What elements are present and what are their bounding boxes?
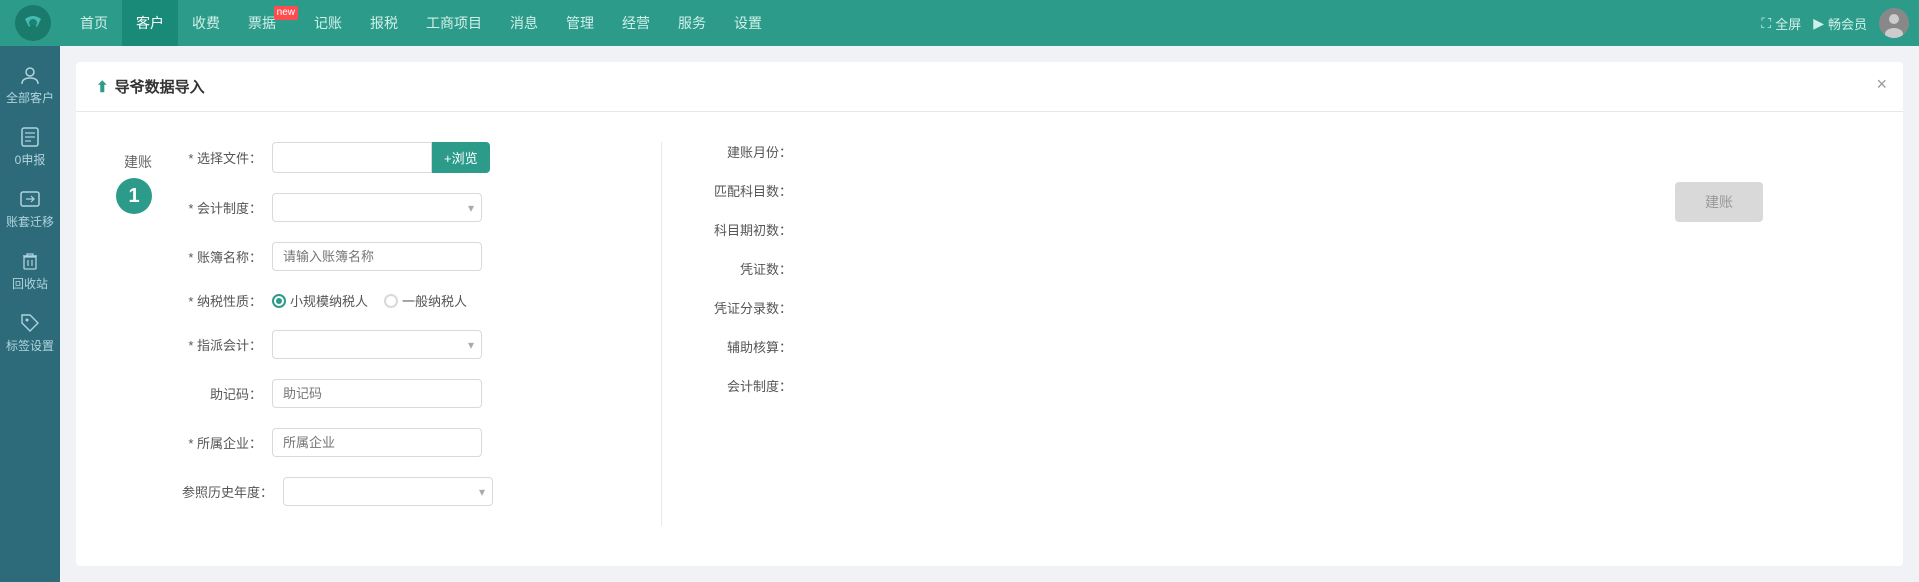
all-customers-icon bbox=[19, 64, 41, 86]
radio-dot-2 bbox=[384, 294, 398, 308]
nav-customers[interactable]: 客户 bbox=[122, 0, 178, 46]
nav-operations[interactable]: 经营 bbox=[608, 0, 664, 46]
subject-init-row: 科目期初数： bbox=[702, 220, 1863, 239]
subject-init-label: 科目期初数： bbox=[702, 220, 792, 239]
history-year-row: 参照历史年度： bbox=[182, 477, 621, 506]
tax-option2[interactable]: 一般纳税人 bbox=[384, 291, 467, 310]
accounting-system-info-label: 会计制度： bbox=[702, 376, 792, 395]
browse-button[interactable]: +浏览 bbox=[432, 142, 490, 173]
app-logo bbox=[10, 0, 56, 46]
nav-billing[interactable]: 收费 bbox=[178, 0, 234, 46]
dialog-body: 建账 1 * 选择文件： +浏览 * 会计制度： bbox=[76, 112, 1903, 556]
ledger-name-label: * 账簿名称： bbox=[182, 247, 262, 266]
history-year-label: 参照历史年度： bbox=[182, 482, 273, 501]
accounting-system-select[interactable] bbox=[272, 193, 482, 222]
nav-home[interactable]: 首页 bbox=[66, 0, 122, 46]
nav-bookkeeping[interactable]: 记账 bbox=[300, 0, 356, 46]
import-icon: ⬆ bbox=[96, 78, 109, 96]
sidebar-zero-declaration-label: 0申报 bbox=[15, 151, 46, 168]
nav-services[interactable]: 服务 bbox=[664, 0, 720, 46]
voucher-entries-label: 凭证分录数： bbox=[702, 298, 792, 317]
dialog-header: ⬆ 导爷数据导入 bbox=[76, 62, 1903, 112]
file-input-group: +浏览 bbox=[272, 142, 490, 173]
file-label: * 选择文件： bbox=[182, 148, 262, 167]
form-section: * 选择文件： +浏览 * 会计制度： bbox=[182, 142, 662, 526]
build-month-row: 建账月份： bbox=[702, 142, 1863, 161]
voucher-count-row: 凭证数： bbox=[702, 259, 1863, 278]
fullscreen-btn[interactable]: ⛶ 全屏 bbox=[1761, 14, 1801, 33]
aux-accounting-row: 辅助核算： bbox=[702, 337, 1863, 356]
sidebar-item-zero-declaration[interactable]: 0申报 bbox=[0, 118, 60, 176]
account-migration-icon bbox=[19, 188, 41, 210]
tax-type-radio-group: 小规模纳税人 一般纳税人 bbox=[272, 291, 467, 310]
history-year-select[interactable] bbox=[283, 477, 493, 506]
member-btn[interactable]: ▶ 畅会员 bbox=[1813, 14, 1867, 33]
accounting-system-info-row: 会计制度： bbox=[702, 376, 1863, 395]
tax-type-label: * 纳税性质： bbox=[182, 291, 262, 310]
tag-settings-icon bbox=[19, 312, 41, 334]
zero-declaration-icon bbox=[19, 126, 41, 148]
sidebar-item-recycle-bin[interactable]: 回收站 bbox=[0, 242, 60, 300]
mnemonic-input[interactable] bbox=[272, 379, 482, 408]
assign-accountant-wrapper bbox=[272, 330, 482, 359]
ledger-name-input[interactable] bbox=[272, 242, 482, 271]
accounting-system-label: * 会计制度： bbox=[182, 198, 262, 217]
nav-items: 首页 客户 收费 票据 new 记账 报税 工商项目 消息 管理 经营 服务 设… bbox=[66, 0, 1761, 46]
company-label: * 所属企业： bbox=[182, 433, 262, 452]
tax-type-row: * 纳税性质： 小规模纳税人 一般纳税人 bbox=[182, 291, 621, 310]
accounting-system-row: * 会计制度： bbox=[182, 193, 621, 222]
nav-tax[interactable]: 报税 bbox=[356, 0, 412, 46]
sidebar-item-account-migration[interactable]: 账套迁移 bbox=[0, 180, 60, 238]
sidebar-all-customers-label: 全部客户 bbox=[6, 89, 54, 106]
history-year-wrapper bbox=[283, 477, 493, 506]
close-button[interactable]: × bbox=[1876, 74, 1887, 95]
nav-management[interactable]: 管理 bbox=[552, 0, 608, 46]
step-circle: 1 bbox=[116, 178, 152, 214]
import-dialog: ⬆ 导爷数据导入 × 建账 1 * 选择文件： +浏览 bbox=[76, 62, 1903, 566]
nav-messages[interactable]: 消息 bbox=[496, 0, 552, 46]
step-label: 建账 bbox=[124, 152, 152, 172]
voucher-entries-row: 凭证分录数： bbox=[702, 298, 1863, 317]
accounting-system-wrapper bbox=[272, 193, 482, 222]
new-badge: new bbox=[274, 6, 298, 20]
file-input[interactable] bbox=[272, 142, 432, 173]
build-account-button[interactable]: 建账 bbox=[1675, 182, 1763, 222]
nav-business[interactable]: 工商项目 bbox=[412, 0, 496, 46]
info-section: 建账月份： 匹配科目数： 科目期初数： 建账 凭证数： bbox=[662, 142, 1863, 526]
nav-right: ⛶ 全屏 ▶ 畅会员 bbox=[1761, 8, 1909, 38]
sidebar-item-all-customers[interactable]: 全部客户 bbox=[0, 56, 60, 114]
step-section: 建账 1 bbox=[116, 142, 182, 526]
main-content: ⬆ 导爷数据导入 × 建账 1 * 选择文件： +浏览 bbox=[60, 46, 1919, 582]
assign-accountant-select[interactable] bbox=[272, 330, 482, 359]
dialog-title: 导爷数据导入 bbox=[115, 76, 205, 97]
nav-tickets[interactable]: 票据 new bbox=[234, 0, 300, 46]
tax-option1[interactable]: 小规模纳税人 bbox=[272, 291, 368, 310]
nav-settings[interactable]: 设置 bbox=[720, 0, 776, 46]
assign-accountant-row: * 指派会计： bbox=[182, 330, 621, 359]
assign-accountant-label: * 指派会计： bbox=[182, 335, 262, 354]
match-subjects-label: 匹配科目数： bbox=[702, 181, 792, 200]
file-row: * 选择文件： +浏览 bbox=[182, 142, 621, 173]
mnemonic-label: 助记码： bbox=[182, 384, 262, 403]
aux-accounting-label: 辅助核算： bbox=[702, 337, 792, 356]
radio-dot-1 bbox=[272, 294, 286, 308]
sidebar: 全部客户 0申报 账套迁移 bbox=[0, 46, 60, 582]
sidebar-tag-settings-label: 标签设置 bbox=[6, 337, 54, 354]
ledger-name-row: * 账簿名称： bbox=[182, 242, 621, 271]
voucher-count-label: 凭证数： bbox=[702, 259, 792, 278]
build-month-label: 建账月份： bbox=[702, 142, 792, 161]
mnemonic-row: 助记码： bbox=[182, 379, 621, 408]
sidebar-recycle-bin-label: 回收站 bbox=[12, 275, 48, 292]
recycle-bin-icon bbox=[19, 250, 41, 272]
build-button-container: 建账 bbox=[1675, 182, 1763, 222]
sidebar-account-migration-label: 账套迁移 bbox=[6, 213, 54, 230]
company-input[interactable] bbox=[272, 428, 482, 457]
top-navigation: 首页 客户 收费 票据 new 记账 报税 工商项目 消息 管理 经营 服务 设… bbox=[0, 0, 1919, 46]
sidebar-item-tag-settings[interactable]: 标签设置 bbox=[0, 304, 60, 362]
company-row: * 所属企业： bbox=[182, 428, 621, 457]
avatar[interactable] bbox=[1879, 8, 1909, 38]
